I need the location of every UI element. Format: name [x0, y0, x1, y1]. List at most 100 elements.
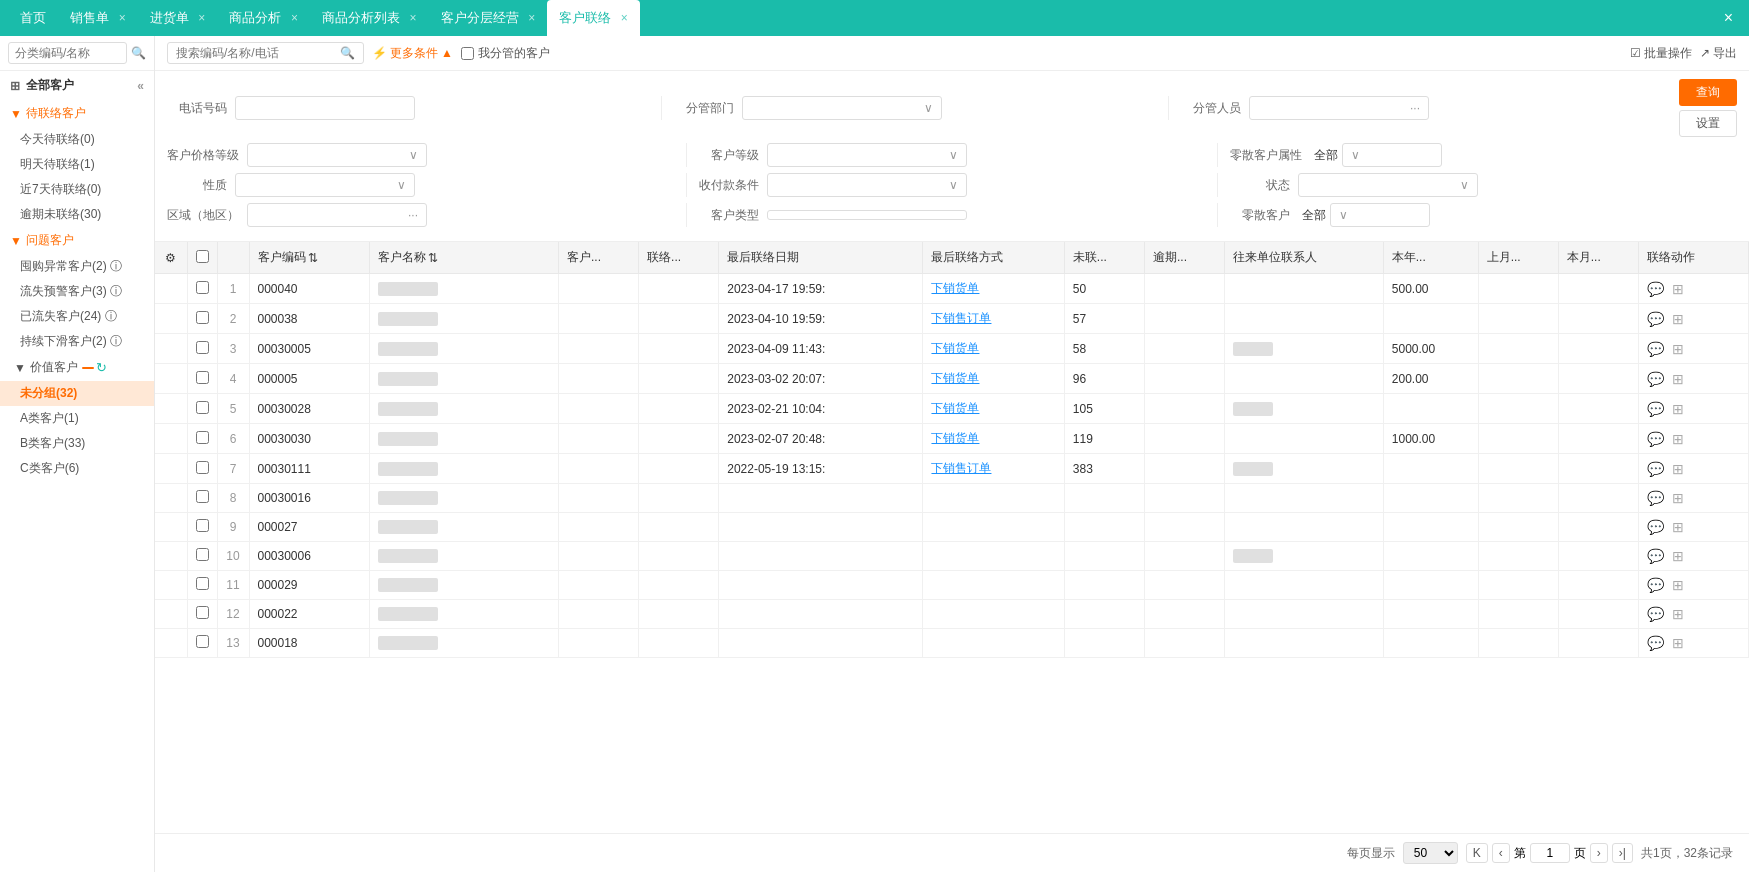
row-checkbox[interactable]	[196, 311, 209, 324]
row-checkbox-cell[interactable]	[187, 542, 217, 571]
row-checkbox-cell[interactable]	[187, 513, 217, 542]
close-sales-order[interactable]: ×	[119, 11, 126, 25]
col-code[interactable]: 客户编码⇅	[249, 242, 370, 274]
row-last-method-cell[interactable]: 下销货单	[923, 334, 1064, 364]
grid-action-icon[interactable]: ⊞	[1672, 548, 1684, 564]
row-checkbox[interactable]	[196, 548, 209, 561]
row-last-method-cell[interactable]	[923, 571, 1064, 600]
row-last-method-cell[interactable]	[923, 513, 1064, 542]
export-button[interactable]: ↗ 导出	[1700, 45, 1737, 62]
row-last-method-cell[interactable]: 下销货单	[923, 364, 1064, 394]
chat-icon[interactable]: 💬	[1647, 311, 1664, 327]
row-checkbox[interactable]	[196, 281, 209, 294]
page-size-select[interactable]: 50 100 200	[1403, 842, 1458, 864]
grid-action-icon[interactable]: ⊞	[1672, 431, 1684, 447]
grid-action-icon[interactable]: ⊞	[1672, 401, 1684, 417]
tab-purchase-order[interactable]: 进货单 ×	[138, 0, 218, 36]
row-checkbox-cell[interactable]	[187, 629, 217, 658]
close-product-analysis-list[interactable]: ×	[410, 11, 417, 25]
row-checkbox[interactable]	[196, 341, 209, 354]
last-method-link[interactable]: 下销货单	[931, 431, 979, 445]
more-filter-button[interactable]: ⚡ 更多条件 ▲	[372, 45, 453, 62]
sidebar-group-problem[interactable]: ▼ 问题客户	[0, 227, 154, 254]
col-last-method[interactable]: 最后联络方式	[923, 242, 1064, 274]
col-unit-contact[interactable]: 往来单位联系人	[1225, 242, 1384, 274]
filter-nature-select[interactable]: ∨	[235, 173, 415, 197]
row-checkbox-cell[interactable]	[187, 571, 217, 600]
sidebar-item-week-pending[interactable]: 近7天待联络(0)	[0, 177, 154, 202]
row-checkbox-cell[interactable]	[187, 394, 217, 424]
grid-action-icon[interactable]: ⊞	[1672, 341, 1684, 357]
my-customers-check[interactable]	[461, 47, 474, 60]
last-method-link[interactable]: 下销售订单	[931, 311, 991, 325]
row-checkbox-cell[interactable]	[187, 304, 217, 334]
filter-manager-select[interactable]: ···	[1249, 96, 1429, 120]
sidebar-item-class-c[interactable]: C类客户(6)	[0, 456, 154, 481]
row-checkbox-cell[interactable]	[187, 334, 217, 364]
grid-action-icon[interactable]: ⊞	[1672, 311, 1684, 327]
filter-payment-select[interactable]: ∨	[767, 173, 967, 197]
col-uncontacted[interactable]: 未联...	[1064, 242, 1144, 274]
settings-gear-icon[interactable]: ⚙	[165, 251, 176, 265]
sidebar-item-declining[interactable]: 持续下滑客户(2) ⓘ	[0, 329, 154, 354]
row-checkbox-cell[interactable]	[187, 274, 217, 304]
row-checkbox[interactable]	[196, 519, 209, 532]
filter-dept-select[interactable]: ∨	[742, 96, 942, 120]
row-last-method-cell[interactable]: 下销货单	[923, 274, 1064, 304]
filter-search-input[interactable]	[176, 46, 336, 60]
first-page-button[interactable]: K	[1466, 843, 1488, 863]
close-customer-segment[interactable]: ×	[528, 11, 535, 25]
last-method-link[interactable]: 下销售订单	[931, 461, 991, 475]
sidebar-item-today-pending[interactable]: 今天待联络(0)	[0, 127, 154, 152]
chat-icon[interactable]: 💬	[1647, 490, 1664, 506]
grid-action-icon[interactable]: ⊞	[1672, 635, 1684, 651]
main-close-button[interactable]: ×	[1716, 9, 1741, 27]
col-settings[interactable]: ⚙	[155, 242, 187, 274]
chat-icon[interactable]: 💬	[1647, 606, 1664, 622]
row-last-method-cell[interactable]: 下销售订单	[923, 304, 1064, 334]
last-method-link[interactable]: 下销货单	[931, 401, 979, 415]
sidebar-all-customers[interactable]: ⊞ 全部客户 «	[0, 71, 154, 100]
tab-product-analysis-list[interactable]: 商品分析列表 ×	[310, 0, 429, 36]
row-checkbox[interactable]	[196, 577, 209, 590]
chat-icon[interactable]: 💬	[1647, 431, 1664, 447]
row-checkbox[interactable]	[196, 461, 209, 474]
filter-customer-type-select[interactable]	[767, 210, 967, 220]
batch-ops-button[interactable]: ☑ 批量操作	[1630, 45, 1692, 62]
sidebar-item-churned[interactable]: 已流失客户(24) ⓘ	[0, 304, 154, 329]
row-checkbox[interactable]	[196, 431, 209, 444]
row-last-method-cell[interactable]: 下销货单	[923, 424, 1064, 454]
sidebar-search-input[interactable]	[8, 42, 127, 64]
grid-action-icon[interactable]: ⊞	[1672, 519, 1684, 535]
sidebar-collapse-icon[interactable]: «	[137, 79, 144, 93]
reset-button[interactable]: 设置	[1679, 110, 1737, 137]
col-type[interactable]: 客户...	[558, 242, 638, 274]
col-this-month[interactable]: 本月...	[1558, 242, 1638, 274]
last-method-link[interactable]: 下销货单	[931, 371, 979, 385]
grid-action-icon[interactable]: ⊞	[1672, 606, 1684, 622]
row-checkbox[interactable]	[196, 606, 209, 619]
chat-icon[interactable]: 💬	[1647, 401, 1664, 417]
sidebar-item-class-a[interactable]: A类客户(1)	[0, 406, 154, 431]
sidebar-item-churn-warning[interactable]: 流失预警客户(3) ⓘ	[0, 279, 154, 304]
row-checkbox-cell[interactable]	[187, 364, 217, 394]
chat-icon[interactable]: 💬	[1647, 461, 1664, 477]
row-checkbox[interactable]	[196, 401, 209, 414]
row-last-method-cell[interactable]	[923, 542, 1064, 571]
next-page-button[interactable]: ›	[1590, 843, 1608, 863]
filter-region-select[interactable]: ···	[247, 203, 427, 227]
sidebar-item-unassigned[interactable]: 未分组(32)	[0, 381, 154, 406]
filter-retail-customer-select[interactable]: ∨	[1330, 203, 1430, 227]
col-overdue[interactable]: 逾期...	[1144, 242, 1224, 274]
sidebar-item-overdue-pending[interactable]: 逾期未联络(30)	[0, 202, 154, 227]
sidebar-item-tomorrow-pending[interactable]: 明天待联络(1)	[0, 152, 154, 177]
col-last-month[interactable]: 上月...	[1478, 242, 1558, 274]
last-method-link[interactable]: 下销货单	[931, 281, 979, 295]
sidebar-search-icon[interactable]: 🔍	[131, 46, 146, 60]
filter-customer-level-select[interactable]: ∨	[767, 143, 967, 167]
select-all-checkbox[interactable]	[196, 250, 209, 263]
chat-icon[interactable]: 💬	[1647, 577, 1664, 593]
row-last-method-cell[interactable]	[923, 484, 1064, 513]
col-select-all[interactable]	[187, 242, 217, 274]
grid-action-icon[interactable]: ⊞	[1672, 371, 1684, 387]
